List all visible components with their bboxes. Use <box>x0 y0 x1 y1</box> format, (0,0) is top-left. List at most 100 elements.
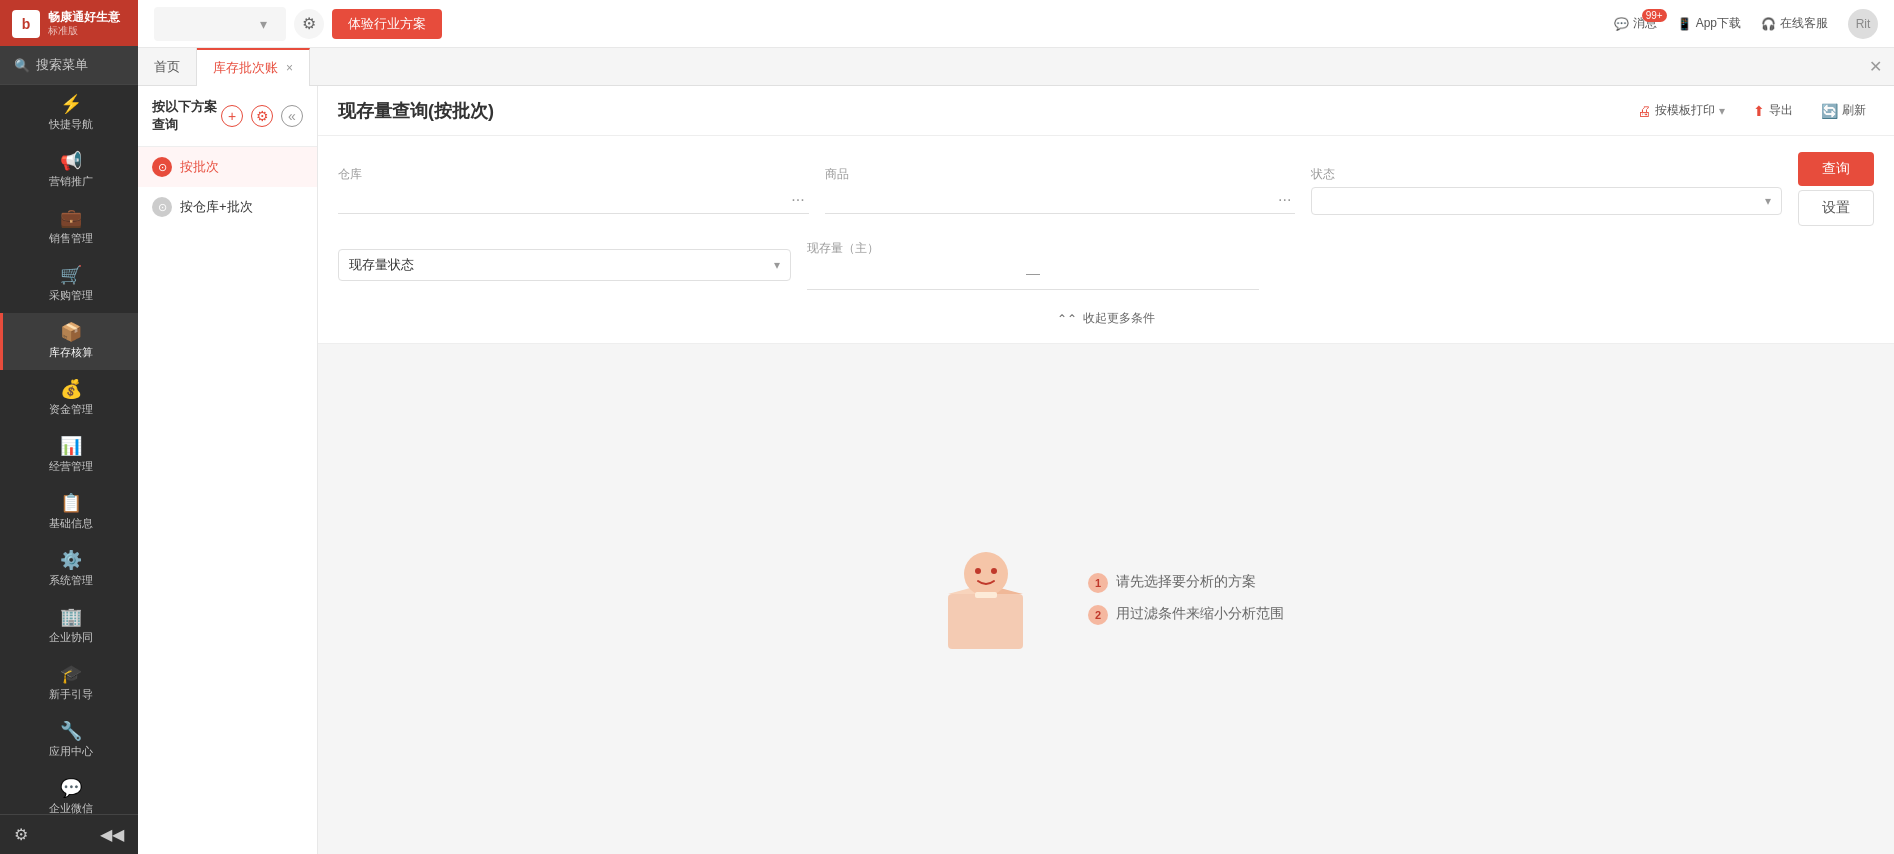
inventory-amount-from[interactable] <box>807 268 1020 283</box>
topbar-search-wrap[interactable]: ▾ <box>154 7 286 41</box>
inventory-amount-to[interactable] <box>1046 268 1259 283</box>
online-service-label: 在线客服 <box>1780 15 1828 32</box>
batch-account-label: 库存批次账 <box>213 59 278 77</box>
search-menu-item[interactable]: 🔍 搜索菜单 <box>0 46 138 85</box>
settings-footer-icon[interactable]: ⚙ <box>14 825 28 844</box>
search-icon: 🔍 <box>14 58 30 73</box>
sidebar-item-apps[interactable]: 🔧 应用中心 <box>0 712 138 769</box>
print-label: 按模板打印 <box>1655 102 1715 119</box>
sidebar-title-wrap: 畅康通好生意 标准版 <box>48 10 120 38</box>
sidebar-item-wechat[interactable]: 💬 企业微信 <box>0 769 138 814</box>
warehouse-field: 仓库 ··· <box>338 166 809 214</box>
empty-svg <box>928 539 1048 659</box>
messages-badge: 99+ <box>1642 9 1667 22</box>
sidebar-item-enterprise[interactable]: 🏢 企业协同 <box>0 598 138 655</box>
collapse-sidebar-icon[interactable]: ◀◀ <box>100 825 124 844</box>
sales-label: 销售管理 <box>49 231 93 246</box>
filter-settings-btn[interactable]: ⚙ <box>251 105 273 127</box>
message-icon: 💬 <box>1614 17 1629 31</box>
warehouse-input[interactable] <box>338 193 781 208</box>
print-btn[interactable]: 🖨 按模板打印 ▾ <box>1629 98 1733 123</box>
home-tab-label: 首页 <box>154 58 180 76</box>
topbar-settings-btn[interactable]: ⚙ <box>294 9 324 39</box>
system-icon: ⚙️ <box>60 551 82 569</box>
sidebar-item-marketing[interactable]: 📢 营销推广 <box>0 142 138 199</box>
warehouse-dots-btn[interactable]: ··· <box>787 191 808 209</box>
svg-point-4 <box>975 568 981 574</box>
topbar-search-input[interactable] <box>164 17 244 31</box>
svg-point-5 <box>991 568 997 574</box>
settings-btn[interactable]: 设置 <box>1798 190 1874 226</box>
filter-item-warehouse-label: 按仓库+批次 <box>180 198 253 216</box>
status-label: 状态 <box>1311 166 1782 183</box>
sidebar-item-inventory[interactable]: 📦 库存核算 <box>0 313 138 370</box>
empty-illustration <box>928 539 1048 659</box>
tip-number-1: 1 <box>1088 573 1108 593</box>
online-service-btn[interactable]: 🎧 在线客服 <box>1761 15 1828 32</box>
topbar-left: ▾ ⚙ 体验行业方案 <box>154 7 1602 41</box>
sidebar-item-operations[interactable]: 📊 经营管理 <box>0 427 138 484</box>
print-dropdown-icon[interactable]: ▾ <box>1719 104 1725 118</box>
wechat-icon: 💬 <box>60 779 82 797</box>
app-download-icon: 📱 <box>1677 17 1692 31</box>
product-dots-btn[interactable]: ··· <box>1274 191 1295 209</box>
filter-item-warehouse-batch[interactable]: ⊙ 按仓库+批次 <box>138 187 317 227</box>
filter-panel: 按以下方案查询 + ⚙ « ⊙ 按批次 ⊙ 按仓库+批次 <box>138 86 318 854</box>
user-profile-btn[interactable]: Rit <box>1848 9 1878 39</box>
tab-batch-account[interactable]: 库存批次账 × <box>197 48 310 86</box>
operations-label: 经营管理 <box>49 459 93 474</box>
sidebar-item-system[interactable]: ⚙️ 系统管理 <box>0 541 138 598</box>
sidebar-item-sales[interactable]: 💼 销售管理 <box>0 199 138 256</box>
collapse-filter-btn[interactable]: « <box>281 105 303 127</box>
product-field: 商品 ··· <box>825 166 1296 214</box>
query-btn[interactable]: 查询 <box>1798 152 1874 186</box>
add-filter-btn[interactable]: + <box>221 105 243 127</box>
main-area: ▾ ⚙ 体验行业方案 💬 消息 99+ 📱 App下载 🎧 在线客服 <box>138 0 1894 854</box>
collapse-more-btn[interactable]: ⌃⌃ 收起更多条件 <box>338 302 1874 327</box>
sidebar-item-finance[interactable]: 💰 资金管理 <box>0 370 138 427</box>
status-chevron-icon: ▾ <box>1765 194 1771 208</box>
export-btn[interactable]: ⬆ 导出 <box>1745 98 1801 123</box>
main-close-btn[interactable]: ✕ <box>1869 57 1882 76</box>
query-row-2: 现存量状态 ▾ 现存量（主） — <box>338 240 1874 290</box>
messages-btn[interactable]: 💬 消息 99+ <box>1614 15 1657 32</box>
status-field: 状态 ▾ <box>1311 166 1782 215</box>
inventory-label: 库存核算 <box>49 345 93 360</box>
filter-item-batch[interactable]: ⊙ 按批次 <box>138 147 317 187</box>
sidebar-item-shortcuts[interactable]: ⚡ 快捷导航 <box>0 85 138 142</box>
content-header: 现存量查询(按批次) 🖨 按模板打印 ▾ ⬆ 导出 🔄 刷新 <box>318 86 1894 136</box>
page-title: 现存量查询(按批次) <box>338 99 494 123</box>
sidebar-item-basic[interactable]: 📋 基础信息 <box>0 484 138 541</box>
inventory-amount-field: 现存量（主） — <box>807 240 1260 290</box>
tab-home[interactable]: 首页 <box>138 48 197 86</box>
topbar-dropdown-btn[interactable]: ▾ <box>250 11 276 37</box>
marketing-label: 营销推广 <box>49 174 93 189</box>
inventory-status-select[interactable]: 现存量状态 ▾ <box>338 249 791 281</box>
trial-btn[interactable]: 体验行业方案 <box>332 9 442 39</box>
basic-label: 基础信息 <box>49 516 93 531</box>
guide-label: 新手引导 <box>49 687 93 702</box>
refresh-label: 刷新 <box>1842 102 1866 119</box>
warehouse-input-wrap: ··· <box>338 187 809 214</box>
apps-label: 应用中心 <box>49 744 93 759</box>
sidebar-item-purchase[interactable]: 🛒 采购管理 <box>0 256 138 313</box>
query-row-1: 仓库 ··· 商品 ··· 状态 <box>338 152 1874 228</box>
guide-icon: 🎓 <box>60 665 82 683</box>
product-input[interactable] <box>825 193 1268 208</box>
status-select[interactable]: ▾ <box>1311 187 1782 215</box>
tip-number-2: 2 <box>1088 605 1108 625</box>
tab-close-btn[interactable]: × <box>286 61 293 75</box>
export-label: 导出 <box>1769 102 1793 119</box>
sidebar-item-guide[interactable]: 🎓 新手引导 <box>0 655 138 712</box>
tip-2: 2 用过滤条件来缩小分析范围 <box>1088 605 1284 625</box>
app-download-label: App下载 <box>1696 15 1741 32</box>
filter-panel-title: 按以下方案查询 <box>152 98 221 134</box>
inventory-status-chevron: ▾ <box>774 258 780 272</box>
enterprise-icon: 🏢 <box>60 608 82 626</box>
wechat-label: 企业微信 <box>49 801 93 814</box>
app-download-btn[interactable]: 📱 App下载 <box>1677 15 1741 32</box>
refresh-btn[interactable]: 🔄 刷新 <box>1813 98 1874 123</box>
purchase-icon: 🛒 <box>60 266 82 284</box>
user-name: Rit <box>1856 17 1871 31</box>
inventory-amount-wrap: — <box>807 261 1260 290</box>
